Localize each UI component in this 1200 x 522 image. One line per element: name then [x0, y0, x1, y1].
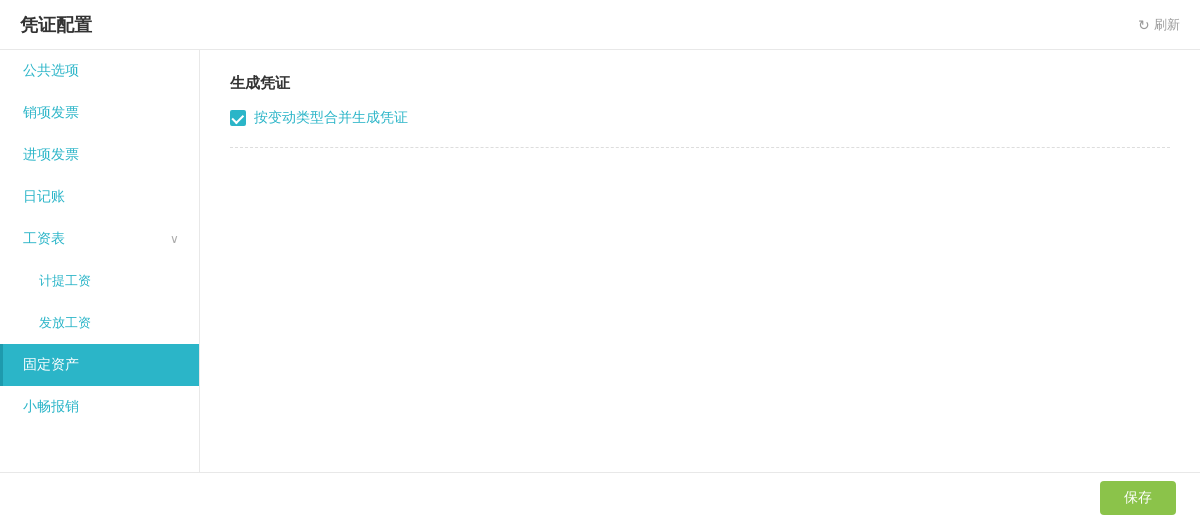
content-area: 生成凭证 按变动类型合并生成凭证 [200, 50, 1200, 472]
sidebar-item-fixed-assets[interactable]: 固定资产 [0, 344, 199, 386]
sidebar-item-calc-salary[interactable]: 计提工资 [0, 260, 199, 302]
merge-checkbox[interactable] [230, 110, 246, 126]
chevron-down-icon: ∨ [170, 232, 179, 246]
checkbox-label[interactable]: 按变动类型合并生成凭证 [254, 109, 408, 127]
refresh-icon: ↻ [1138, 17, 1150, 33]
checkbox-row[interactable]: 按变动类型合并生成凭证 [230, 109, 1170, 127]
sidebar-item-public-options[interactable]: 公共选项 [0, 50, 199, 92]
save-button[interactable]: 保存 [1100, 481, 1176, 515]
sidebar-item-label: 计提工资 [39, 272, 91, 290]
refresh-button[interactable]: ↻ 刷新 [1138, 16, 1180, 34]
sidebar-item-label: 日记账 [23, 188, 65, 206]
sidebar-item-label: 发放工资 [39, 314, 91, 332]
sidebar-item-label: 工资表 [23, 230, 65, 248]
main-layout: 公共选项销项发票进项发票日记账工资表 ∨ 计提工资发放工资固定资产小畅报销 生成凭证… [0, 50, 1200, 472]
sidebar-item-journal[interactable]: 日记账 [0, 176, 199, 218]
sidebar-item-label: 固定资产 [23, 356, 79, 374]
sidebar-item-pay-salary[interactable]: 发放工资 [0, 302, 199, 344]
sidebar-item-expense-reimbursement[interactable]: 小畅报销 [0, 386, 199, 428]
divider [230, 147, 1170, 148]
page-header: 凭证配置 ↻ 刷新 [0, 0, 1200, 50]
sidebar-item-payroll-table[interactable]: 工资表 ∨ [0, 218, 199, 260]
refresh-label: 刷新 [1154, 16, 1180, 34]
sidebar-item-label: 公共选项 [23, 62, 79, 80]
page-title: 凭证配置 [20, 13, 92, 37]
sidebar-item-purchase-invoice[interactable]: 进项发票 [0, 134, 199, 176]
sidebar-item-label: 小畅报销 [23, 398, 79, 416]
sidebar-item-label: 进项发票 [23, 146, 79, 164]
section-title: 生成凭证 [230, 74, 1170, 93]
sidebar-item-sales-invoice[interactable]: 销项发票 [0, 92, 199, 134]
sidebar: 公共选项销项发票进项发票日记账工资表 ∨ 计提工资发放工资固定资产小畅报销 [0, 50, 200, 472]
bottom-bar: 保存 [0, 472, 1200, 522]
sidebar-item-label: 销项发票 [23, 104, 79, 122]
